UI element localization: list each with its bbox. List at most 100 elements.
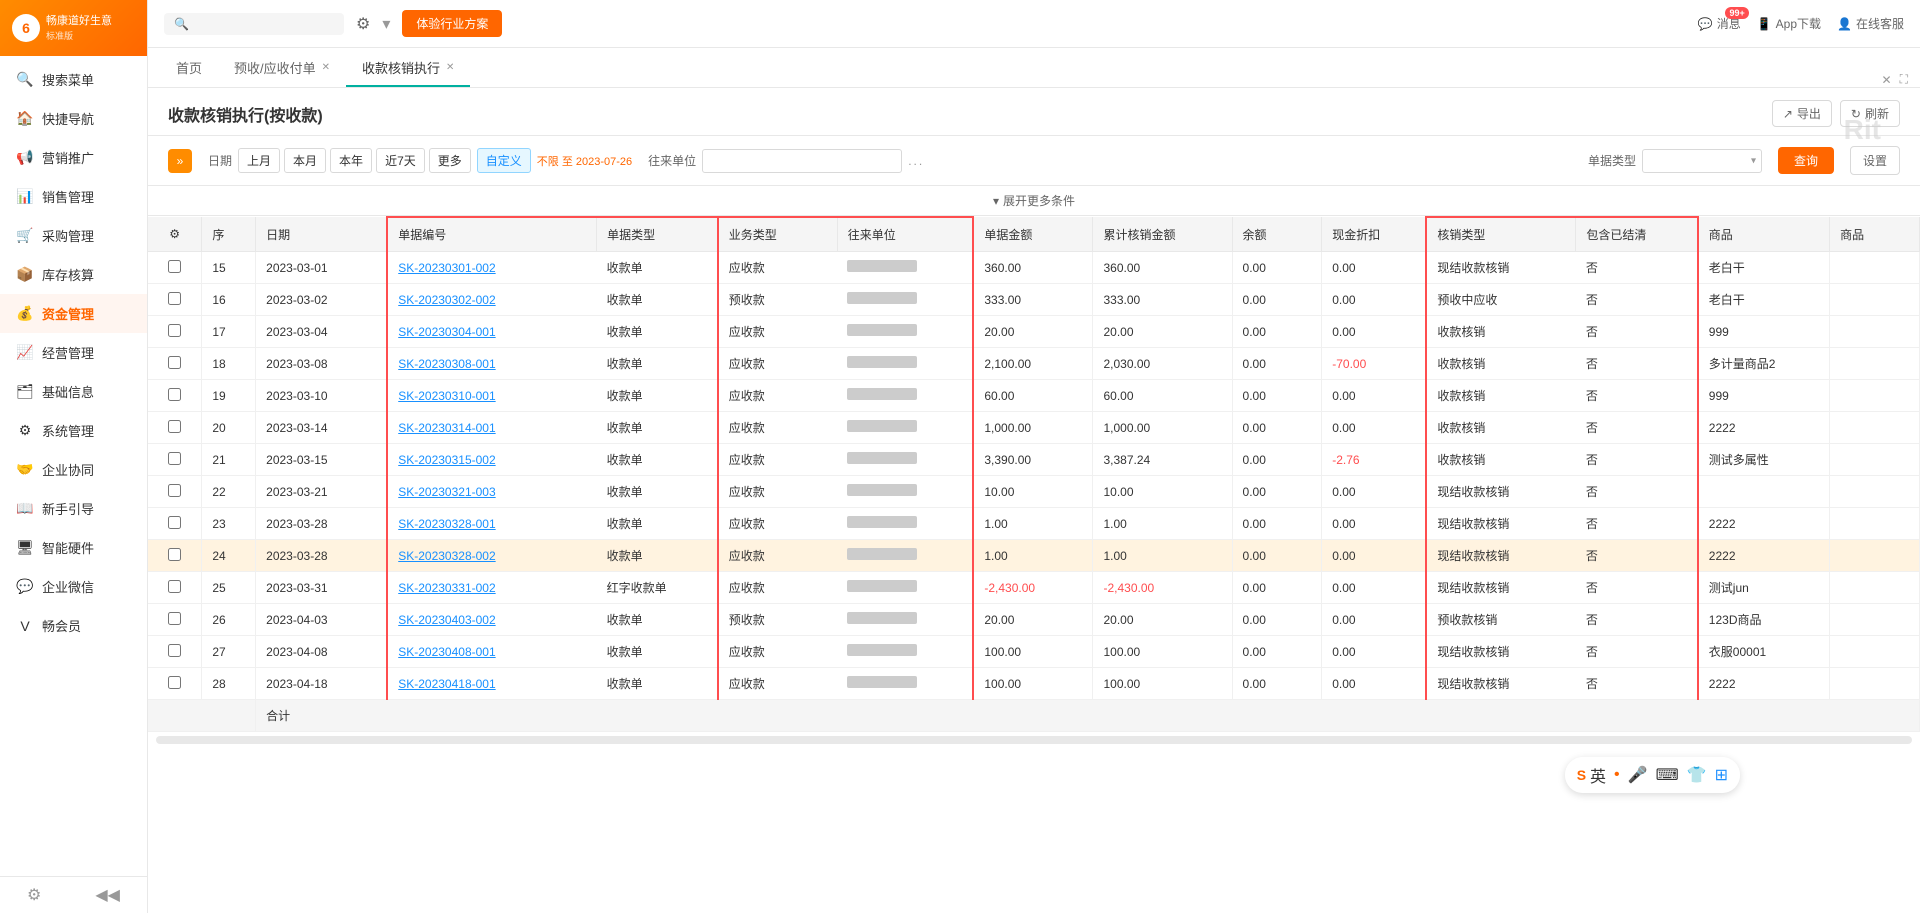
table-row[interactable]: 26 2023-04-03 SK-20230403-002 收款单 预收款 20… — [148, 604, 1920, 636]
row-checkbox[interactable] — [168, 420, 181, 433]
bill-no-link[interactable]: SK-20230418-001 — [398, 677, 495, 691]
row-checkbox[interactable] — [168, 516, 181, 529]
bill-no-link[interactable]: SK-20230314-001 — [398, 421, 495, 435]
cell-checkbox[interactable] — [148, 476, 202, 508]
cell-checkbox[interactable] — [148, 604, 202, 636]
row-checkbox[interactable] — [168, 644, 181, 657]
date-option-btn[interactable]: 上月 — [238, 148, 280, 173]
sidebar-item-sales[interactable]: 📊销售管理 — [0, 177, 147, 216]
date-option-btn[interactable]: 本年 — [330, 148, 372, 173]
sidebar-item-hardware[interactable]: 🖥智能硬件 — [0, 528, 147, 567]
sidebar-item-collab[interactable]: 🤝企业协同 — [0, 450, 147, 489]
sidebar-item-member[interactable]: V畅会员 — [0, 606, 147, 645]
table-row[interactable]: 24 2023-03-28 SK-20230328-002 收款单 应收款 1.… — [148, 540, 1920, 572]
row-checkbox[interactable] — [168, 676, 181, 689]
tab-close-pending[interactable]: ✕ — [322, 62, 330, 73]
cell-checkbox[interactable] — [148, 540, 202, 572]
bill-no-link[interactable]: SK-20230408-001 — [398, 645, 495, 659]
sidebar-item-purchase[interactable]: 🛒采购管理 — [0, 216, 147, 255]
chevron-down-icon[interactable]: ▾ — [382, 14, 390, 34]
settings-gear-icon[interactable]: ⚙ — [27, 885, 41, 905]
row-checkbox[interactable] — [168, 452, 181, 465]
date-option-btn[interactable]: 近7天 — [376, 148, 425, 173]
cell-checkbox[interactable] — [148, 444, 202, 476]
table-row[interactable]: 28 2023-04-18 SK-20230418-001 收款单 应收款 10… — [148, 668, 1920, 700]
cell-checkbox[interactable] — [148, 668, 202, 700]
solution-button[interactable]: 体验行业方案 — [402, 10, 502, 37]
cell-checkbox[interactable] — [148, 316, 202, 348]
cell-checkbox[interactable] — [148, 380, 202, 412]
custom-date-button[interactable]: 自定义 — [477, 148, 531, 173]
row-checkbox[interactable] — [168, 356, 181, 369]
date-option-btn[interactable]: 本月 — [284, 148, 326, 173]
row-checkbox[interactable] — [168, 324, 181, 337]
export-button[interactable]: ↗ 导出 — [1772, 100, 1832, 127]
tab-pending[interactable]: 预收/应收付单✕ — [218, 50, 346, 87]
tab-close-writeoff[interactable]: ✕ — [446, 62, 454, 73]
bill-no-link[interactable]: SK-20230331-002 — [398, 581, 495, 595]
bill-no-link[interactable]: SK-20230321-003 — [398, 485, 495, 499]
row-checkbox[interactable] — [168, 548, 181, 561]
type-select[interactable] — [1642, 149, 1762, 173]
sidebar-item-finance[interactable]: 💰资金管理 — [0, 294, 147, 333]
row-checkbox[interactable] — [168, 612, 181, 625]
cell-checkbox[interactable] — [148, 572, 202, 604]
table-row[interactable]: 18 2023-03-08 SK-20230308-001 收款单 应收款 2,… — [148, 348, 1920, 380]
row-checkbox[interactable] — [168, 292, 181, 305]
table-row[interactable]: 19 2023-03-10 SK-20230310-001 收款单 应收款 60… — [148, 380, 1920, 412]
tab-home[interactable]: 首页 — [160, 50, 218, 87]
sidebar-item-basic[interactable]: 🗂基础信息 — [0, 372, 147, 411]
cell-checkbox[interactable] — [148, 252, 202, 284]
bill-no-link[interactable]: SK-20230328-002 — [398, 549, 495, 563]
sidebar-item-search[interactable]: 🔍搜索菜单 — [0, 60, 147, 99]
online-service-button[interactable]: 👤 在线客服 — [1837, 15, 1904, 32]
partner-input[interactable] — [702, 149, 902, 173]
bill-no-link[interactable]: SK-20230328-001 — [398, 517, 495, 531]
bill-no-link[interactable]: SK-20230301-002 — [398, 261, 495, 275]
sidebar-item-guide[interactable]: 📖新手引导 — [0, 489, 147, 528]
table-row[interactable]: 21 2023-03-15 SK-20230315-002 收款单 应收款 3,… — [148, 444, 1920, 476]
col-settings[interactable]: ⚙ — [148, 217, 202, 252]
horizontal-scrollbar[interactable] — [156, 736, 1912, 744]
date-option-btn[interactable]: 更多 — [429, 148, 471, 173]
table-row[interactable]: 20 2023-03-14 SK-20230314-001 收款单 应收款 1,… — [148, 412, 1920, 444]
bill-no-link[interactable]: SK-20230302-002 — [398, 293, 495, 307]
sidebar-item-ops[interactable]: 📈经营管理 — [0, 333, 147, 372]
cell-checkbox[interactable] — [148, 508, 202, 540]
table-row[interactable]: 17 2023-03-04 SK-20230304-001 收款单 应收款 20… — [148, 316, 1920, 348]
table-row[interactable]: 22 2023-03-21 SK-20230321-003 收款单 应收款 10… — [148, 476, 1920, 508]
sidebar-item-system[interactable]: ⚙系统管理 — [0, 411, 147, 450]
cell-checkbox[interactable] — [148, 284, 202, 316]
setting-button[interactable]: 设置 — [1850, 146, 1900, 175]
app-download-button[interactable]: 📱 App下载 — [1757, 15, 1821, 32]
cell-checkbox[interactable] — [148, 636, 202, 668]
sidebar-item-quick-nav[interactable]: 🏠快捷导航 — [0, 99, 147, 138]
row-checkbox[interactable] — [168, 484, 181, 497]
maximize-icon[interactable]: ⛶ — [1900, 72, 1908, 87]
tab-writeoff[interactable]: 收款核销执行✕ — [346, 50, 470, 87]
expand-more-button[interactable]: ▾ 展开更多条件 — [168, 190, 1900, 211]
table-row[interactable]: 23 2023-03-28 SK-20230328-001 收款单 应收款 1.… — [148, 508, 1920, 540]
bill-no-link[interactable]: SK-20230304-001 — [398, 325, 495, 339]
table-row[interactable]: 15 2023-03-01 SK-20230301-002 收款单 应收款 36… — [148, 252, 1920, 284]
sidebar-item-inventory[interactable]: 📦库存核算 — [0, 255, 147, 294]
row-checkbox[interactable] — [168, 388, 181, 401]
row-checkbox[interactable] — [168, 260, 181, 273]
cell-checkbox[interactable] — [148, 348, 202, 380]
filter-expand-button[interactable]: » — [168, 149, 192, 173]
message-button[interactable]: 💬 消息 99+ — [1698, 15, 1741, 32]
topbar-gear-icon[interactable]: ⚙ — [356, 14, 370, 34]
bill-no-link[interactable]: SK-20230403-002 — [398, 613, 495, 627]
cell-checkbox[interactable] — [148, 412, 202, 444]
bill-no-link[interactable]: SK-20230315-002 — [398, 453, 495, 467]
sidebar-item-marketing[interactable]: 📢营销推广 — [0, 138, 147, 177]
table-row[interactable]: 27 2023-04-08 SK-20230408-001 收款单 应收款 10… — [148, 636, 1920, 668]
sidebar-item-wechat[interactable]: 💬企业微信 — [0, 567, 147, 606]
bill-no-link[interactable]: SK-20230308-001 — [398, 357, 495, 371]
table-row[interactable]: 16 2023-03-02 SK-20230302-002 收款单 预收款 33… — [148, 284, 1920, 316]
query-button[interactable]: 查询 — [1778, 147, 1834, 174]
topbar-search[interactable]: 🔍 — [164, 13, 344, 35]
table-row[interactable]: 25 2023-03-31 SK-20230331-002 红字收款单 应收款 … — [148, 572, 1920, 604]
bill-no-link[interactable]: SK-20230310-001 — [398, 389, 495, 403]
collapse-icon[interactable]: ◀◀ — [95, 885, 120, 905]
